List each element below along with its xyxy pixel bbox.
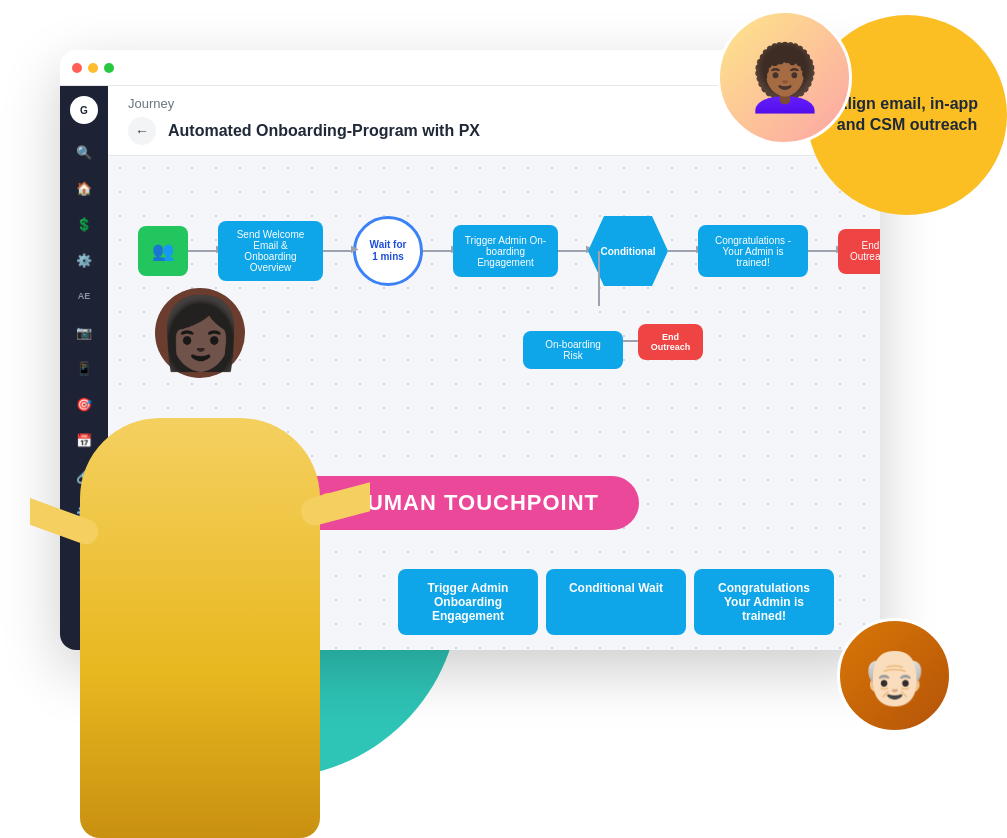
sidebar-logo: G: [70, 96, 98, 124]
connector-3: [423, 250, 453, 252]
bottom-card-1[interactable]: Trigger Admin Onboarding Engagement: [398, 569, 538, 635]
person-top-right-avatar: 👩🏾‍🦱: [745, 46, 825, 110]
person-shape: 👩🏿: [60, 288, 340, 838]
end-outreach-node-1[interactable]: End Outreach: [838, 229, 880, 274]
person-bottom-right-avatar: 👴🏻: [861, 649, 928, 703]
onboarding-risk-node[interactable]: On-boarding Risk: [523, 331, 623, 369]
sidebar-dollar-icon[interactable]: 💲: [70, 210, 98, 238]
congratulations-node[interactable]: Congratulations - Your Admin is trained!: [698, 225, 808, 277]
bottom-card-3[interactable]: Congratulations Your Admin is trained!: [694, 569, 834, 635]
minimize-dot[interactable]: [88, 63, 98, 73]
connector-5: [668, 250, 698, 252]
bottom-cards: Trigger Admin Onboarding Engagement Cond…: [398, 569, 834, 635]
conditional-node[interactable]: Conditional: [588, 216, 668, 286]
person-bottom-right: 👴🏻: [837, 618, 952, 733]
connector-4: [558, 250, 588, 252]
maximize-dot[interactable]: [104, 63, 114, 73]
journey-name: Automated Onboarding-Program with PX: [168, 122, 480, 140]
bottom-card-2[interactable]: Conditional Wait: [546, 569, 686, 635]
person-top-right: 👩🏾‍🦱: [717, 10, 852, 145]
close-dot[interactable]: [72, 63, 82, 73]
sidebar-search-icon[interactable]: 🔍: [70, 138, 98, 166]
sidebar-home-icon[interactable]: 🏠: [70, 174, 98, 202]
head: 👩🏿: [155, 288, 245, 378]
body: [80, 418, 320, 838]
main-person-figure: 👩🏿: [30, 238, 370, 838]
face-emoji: 👩🏿: [157, 298, 244, 368]
connector-6: [808, 250, 838, 252]
vertical-connector-1: [598, 251, 600, 306]
back-button[interactable]: ←: [128, 117, 156, 145]
touchpoint-text: HUMAN TOUCHPOINT: [350, 490, 599, 516]
main-person-container: 👩🏿: [30, 238, 370, 838]
end-outreach-node-2[interactable]: End Outreach: [638, 324, 703, 360]
trigger-admin-node[interactable]: Trigger Admin On-boarding Engagement: [453, 225, 558, 277]
